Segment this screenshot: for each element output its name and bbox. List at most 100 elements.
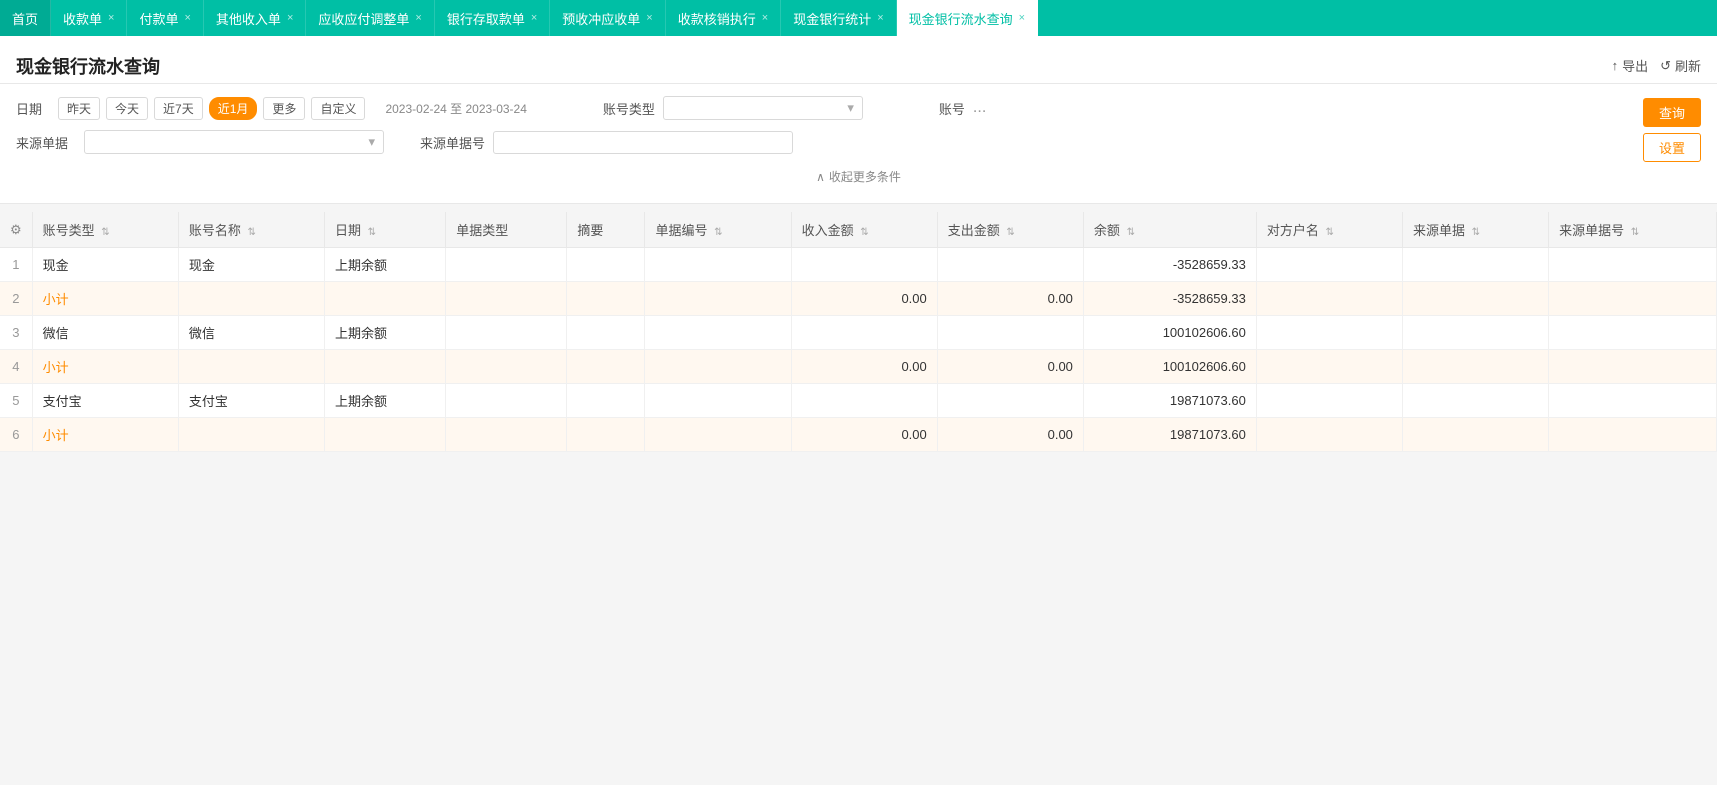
cell-income: 0.00	[791, 418, 937, 452]
collapse-icon: ∧	[816, 170, 825, 184]
account-type-label: 账号类型	[603, 99, 655, 118]
gear-icon[interactable]: ⚙	[10, 222, 22, 237]
nav-bank-deposit-close[interactable]: ×	[531, 12, 537, 24]
top-nav: 首页 收款单 × 付款单 × 其他收入单 × 应收应付调整单 × 银行存取款单 …	[0, 0, 1717, 36]
nav-payment-close[interactable]: ×	[184, 12, 190, 24]
table-container: ⚙ 账号类型 ⇅ 账号名称 ⇅ 日期 ⇅ 单据类型 摘要	[0, 212, 1717, 452]
date-btn-more[interactable]: 更多	[263, 97, 305, 120]
nav-ar-ap-adjust[interactable]: 应收应付调整单 ×	[306, 0, 434, 36]
col-source-doc-no[interactable]: 来源单据号 ⇅	[1549, 212, 1717, 248]
date-btn-1month[interactable]: 近1月	[209, 97, 258, 120]
cell-index: 5	[0, 384, 32, 418]
cell-source_doc	[1403, 384, 1549, 418]
cell-counterpart	[1256, 418, 1402, 452]
account-dots[interactable]: ...	[973, 99, 986, 117]
cell-source_doc	[1403, 418, 1549, 452]
date-filter-label: 日期	[16, 99, 42, 118]
account-type-select[interactable]: ▾	[663, 96, 863, 120]
col-counterpart[interactable]: 对方户名 ⇅	[1256, 212, 1402, 248]
cell-balance: 19871073.60	[1083, 384, 1256, 418]
sort-source-doc-no-icon: ⇅	[1631, 227, 1639, 238]
cell-expense: 0.00	[937, 418, 1083, 452]
source-doc-no-input[interactable]	[493, 131, 793, 154]
nav-bank-deposit[interactable]: 银行存取款单 ×	[435, 0, 550, 36]
nav-bank-ledger[interactable]: 现金银行流水查询 ×	[897, 0, 1038, 36]
export-button[interactable]: ↑ 导出	[1612, 56, 1649, 75]
cell-expense	[937, 384, 1083, 418]
cell-income: 0.00	[791, 350, 937, 384]
cell-doc_type	[446, 282, 567, 316]
table-row: 1现金现金上期余额-3528659.33	[0, 248, 1717, 282]
date-range-text: 2023-02-24 至 2023-03-24	[385, 100, 526, 117]
sort-expense-icon: ⇅	[1006, 227, 1014, 238]
table-row: 2小计0.000.00-3528659.33	[0, 282, 1717, 316]
cell-counterpart	[1256, 282, 1402, 316]
nav-home-label: 首页	[12, 9, 38, 28]
nav-prepay-close[interactable]: ×	[646, 12, 652, 24]
source-doc-no-label: 来源单据号	[420, 133, 485, 152]
nav-bank-stats[interactable]: 现金银行统计 ×	[781, 0, 896, 36]
nav-other-income-close[interactable]: ×	[287, 12, 293, 24]
nav-verify[interactable]: 收款核销执行 ×	[666, 0, 781, 36]
page-header: 现金银行流水查询 ↑ 导出 ↺ 刷新	[0, 36, 1717, 84]
source-doc-select[interactable]: ▾	[84, 130, 384, 154]
cell-index: 3	[0, 316, 32, 350]
col-settings[interactable]: ⚙	[0, 212, 32, 248]
nav-bank-stats-label: 现金银行统计	[793, 9, 871, 28]
cell-date	[324, 282, 445, 316]
collapse-bar[interactable]: ∧ 收起更多条件	[16, 164, 1701, 191]
col-balance[interactable]: 余额 ⇅	[1083, 212, 1256, 248]
col-income[interactable]: 收入金额 ⇅	[791, 212, 937, 248]
filter-row-2: 来源单据 ▾ 来源单据号	[16, 130, 1627, 154]
sort-account-name-icon: ⇅	[247, 227, 255, 238]
cell-counterpart	[1256, 350, 1402, 384]
data-table: ⚙ 账号类型 ⇅ 账号名称 ⇅ 日期 ⇅ 单据类型 摘要	[0, 212, 1717, 452]
nav-home[interactable]: 首页	[0, 0, 51, 36]
col-summary: 摘要	[567, 212, 645, 248]
col-date[interactable]: 日期 ⇅	[324, 212, 445, 248]
table-row: 6小计0.000.0019871073.60	[0, 418, 1717, 452]
cell-account_type: 小计	[32, 282, 178, 316]
nav-verify-close[interactable]: ×	[762, 12, 768, 24]
col-expense[interactable]: 支出金额 ⇅	[937, 212, 1083, 248]
date-btn-custom[interactable]: 自定义	[311, 97, 365, 120]
cell-source_doc	[1403, 350, 1549, 384]
cell-source_doc_no	[1549, 418, 1717, 452]
cell-date: 上期余额	[324, 316, 445, 350]
cell-index: 1	[0, 248, 32, 282]
nav-other-income[interactable]: 其他收入单 ×	[204, 0, 306, 36]
account-type-dropdown-icon: ▾	[847, 100, 854, 116]
settings-button[interactable]: 设置	[1643, 133, 1701, 162]
cell-summary	[567, 316, 645, 350]
cell-expense	[937, 248, 1083, 282]
cell-doc_no	[645, 384, 791, 418]
col-account-type[interactable]: 账号类型 ⇅	[32, 212, 178, 248]
nav-bank-stats-close[interactable]: ×	[877, 12, 883, 24]
nav-bank-ledger-close[interactable]: ×	[1019, 12, 1025, 24]
cell-income	[791, 248, 937, 282]
col-account-name[interactable]: 账号名称 ⇅	[178, 212, 324, 248]
sort-counterpart-icon: ⇅	[1325, 227, 1333, 238]
cell-balance: 100102606.60	[1083, 316, 1256, 350]
refresh-label: 刷新	[1675, 56, 1701, 75]
nav-payment[interactable]: 付款单 ×	[127, 0, 203, 36]
cell-source_doc_no	[1549, 384, 1717, 418]
nav-prepay[interactable]: 预收冲应收单 ×	[550, 0, 665, 36]
date-btn-yesterday[interactable]: 昨天	[58, 97, 100, 120]
col-doc-no[interactable]: 单据编号 ⇅	[645, 212, 791, 248]
cell-account_name: 支付宝	[178, 384, 324, 418]
query-button[interactable]: 查询	[1643, 98, 1701, 127]
export-icon: ↑	[1612, 58, 1619, 73]
cell-date	[324, 350, 445, 384]
date-btn-today[interactable]: 今天	[106, 97, 148, 120]
cell-doc_type	[446, 418, 567, 452]
refresh-button[interactable]: ↺ 刷新	[1660, 56, 1701, 75]
col-source-doc[interactable]: 来源单据 ⇅	[1403, 212, 1549, 248]
nav-ar-ap-adjust-close[interactable]: ×	[415, 12, 421, 24]
date-btn-7days[interactable]: 近7天	[154, 97, 203, 120]
filter-area: 日期 昨天 今天 近7天 近1月 更多 自定义 2023-02-24 至 202…	[0, 84, 1717, 204]
cell-doc_no	[645, 316, 791, 350]
nav-receipt[interactable]: 收款单 ×	[51, 0, 127, 36]
nav-receipt-close[interactable]: ×	[108, 12, 114, 24]
cell-balance: -3528659.33	[1083, 282, 1256, 316]
